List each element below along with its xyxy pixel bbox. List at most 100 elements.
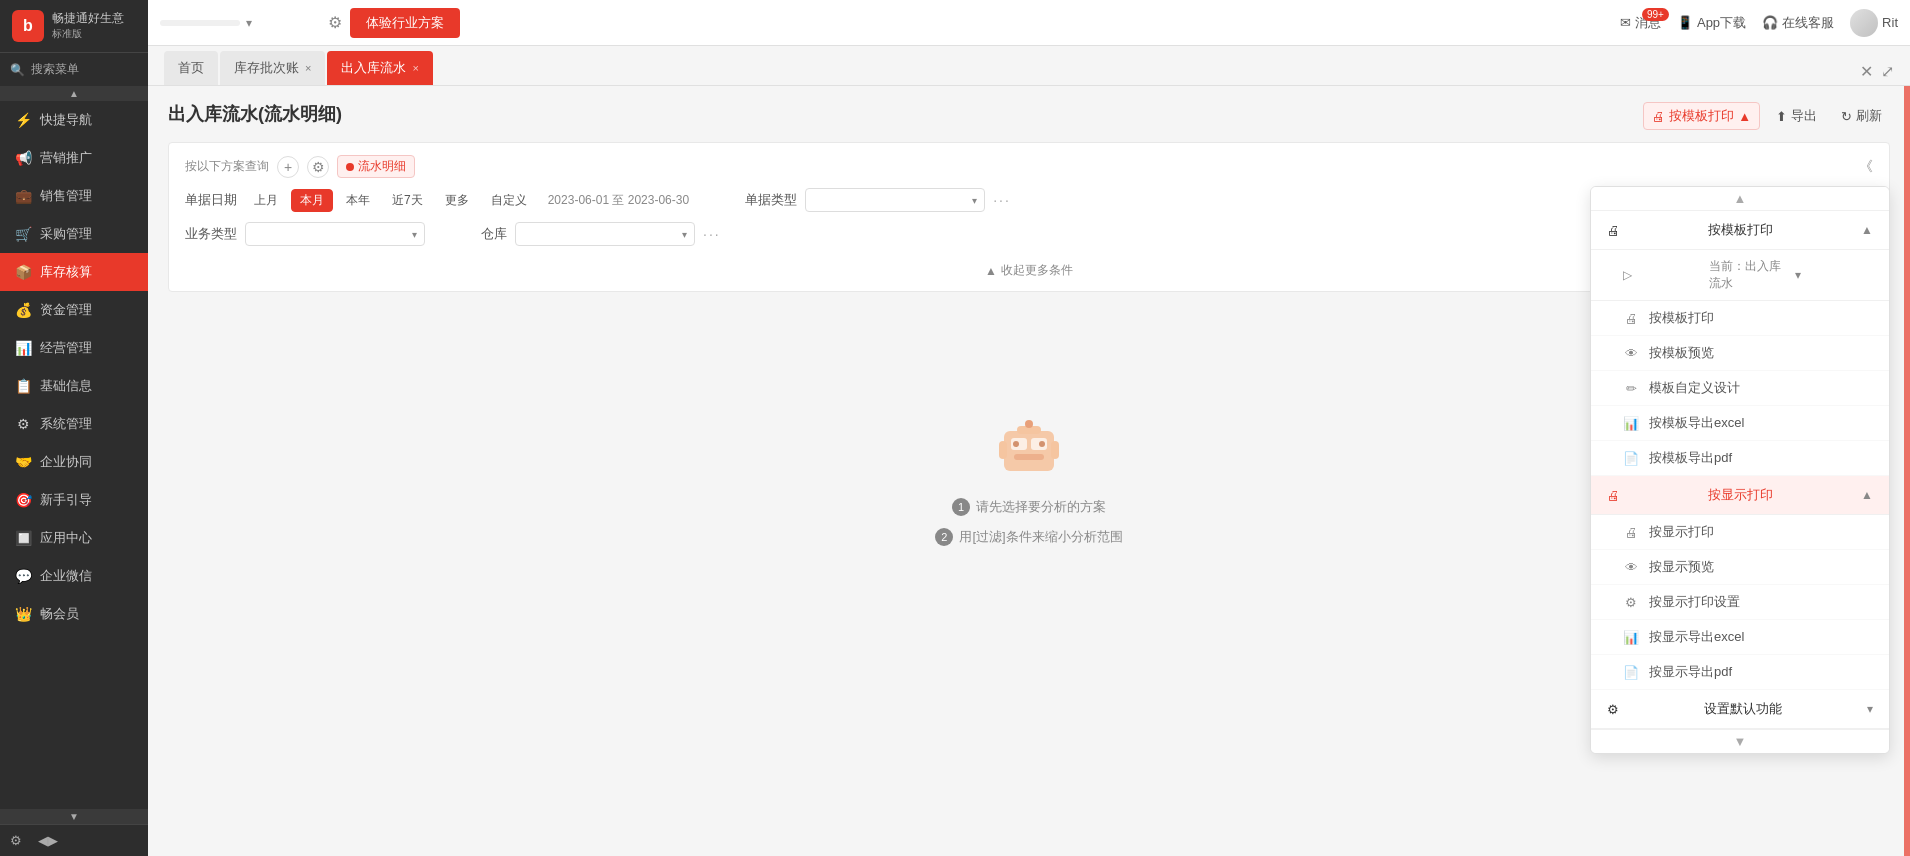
warehouse-label: 仓库 bbox=[481, 225, 507, 243]
nav-icon-app-center: 🔲 bbox=[14, 530, 32, 546]
close-tab-btn[interactable]: ✕ bbox=[1860, 62, 1873, 81]
sidebar-scroll-up[interactable]: ▲ bbox=[0, 86, 148, 101]
sidebar-item-enterprise[interactable]: 🤝 企业协同 bbox=[0, 443, 148, 481]
header-gear-icon[interactable]: ⚙ bbox=[328, 13, 342, 32]
business-type-field: 业务类型 bbox=[185, 222, 425, 246]
dropdown-scroll-down[interactable]: ▼ bbox=[1591, 729, 1889, 753]
doc-type-more-btn[interactable]: ··· bbox=[993, 192, 1011, 208]
sidebar-settings-icon[interactable]: ⚙ bbox=[10, 833, 22, 848]
display-print-settings-label: 按显示打印设置 bbox=[1649, 593, 1740, 611]
svg-point-7 bbox=[1025, 420, 1033, 428]
expand-btn[interactable]: ⤢ bbox=[1881, 62, 1894, 81]
nav-label-enterprise: 企业协同 bbox=[40, 453, 92, 471]
printer-icon: 🖨 bbox=[1607, 223, 1620, 238]
filter-add-btn[interactable]: + bbox=[277, 156, 299, 178]
display-print-icon: 🖨 bbox=[1607, 488, 1620, 503]
sidebar-item-sales[interactable]: 💼 销售管理 bbox=[0, 177, 148, 215]
export-btn[interactable]: ⬆ 导出 bbox=[1768, 103, 1825, 129]
app-download-btn[interactable]: 📱 App下载 bbox=[1677, 14, 1746, 32]
sidebar-scroll-down[interactable]: ▼ bbox=[0, 809, 148, 824]
date-pill-本月[interactable]: 本月 bbox=[291, 189, 333, 212]
template-preview-item[interactable]: 👁 按模板预览 bbox=[1591, 336, 1889, 371]
display-print-section[interactable]: 🖨 按显示打印 ▲ bbox=[1591, 476, 1889, 515]
refresh-btn[interactable]: ↻ 刷新 bbox=[1833, 103, 1890, 129]
nav-icon-guide: 🎯 bbox=[14, 492, 32, 508]
display-preview-item[interactable]: 👁 按显示预览 bbox=[1591, 550, 1889, 585]
tab-出入库流水[interactable]: 出入库流水× bbox=[327, 51, 432, 85]
sidebar-item-guide[interactable]: 🎯 新手引导 bbox=[0, 481, 148, 519]
svg-rect-4 bbox=[999, 441, 1007, 459]
sidebar-item-operation[interactable]: 📊 经营管理 bbox=[0, 329, 148, 367]
warehouse-select[interactable] bbox=[515, 222, 695, 246]
sidebar-item-basic[interactable]: 📋 基础信息 bbox=[0, 367, 148, 405]
svg-rect-0 bbox=[1004, 431, 1054, 471]
filter-collapse-right-btn[interactable]: 《 bbox=[1859, 158, 1873, 176]
date-pill-本年[interactable]: 本年 bbox=[337, 189, 379, 212]
dropdown-panel: ▲ 🖨 按模板打印 ▲ ▷ 当前：出入库流水 ▾ 🖨 按模板打印 👁 按模板预览 bbox=[1590, 186, 1890, 754]
sidebar-item-system[interactable]: ⚙ 系统管理 bbox=[0, 405, 148, 443]
user-dropdown-btn[interactable]: ▾ bbox=[246, 16, 252, 30]
sidebar-item-enterprise-wechat[interactable]: 💬 企业微信 bbox=[0, 557, 148, 595]
refresh-label: 刷新 bbox=[1856, 107, 1882, 125]
filter-tag-dot bbox=[346, 163, 354, 171]
template-print-item[interactable]: 🖨 按模板打印 bbox=[1591, 301, 1889, 336]
date-pill-自定义[interactable]: 自定义 bbox=[482, 189, 536, 212]
sidebar-item-purchase[interactable]: 🛒 采购管理 bbox=[0, 215, 148, 253]
set-default-section[interactable]: ⚙ 设置默认功能 ▾ bbox=[1591, 690, 1889, 729]
sidebar-item-marketing[interactable]: 📢 营销推广 bbox=[0, 139, 148, 177]
sidebar-item-members[interactable]: 👑 畅会员 bbox=[0, 595, 148, 633]
sidebar-item-finance[interactable]: 💰 资金管理 bbox=[0, 291, 148, 329]
online-service-btn[interactable]: 🎧 在线客服 bbox=[1762, 14, 1834, 32]
tab-首页[interactable]: 首页 bbox=[164, 51, 218, 85]
refresh-icon: ↻ bbox=[1841, 109, 1852, 124]
date-pill-上月[interactable]: 上月 bbox=[245, 189, 287, 212]
nav-label-quick-nav: 快捷导航 bbox=[40, 111, 92, 129]
business-type-select[interactable] bbox=[245, 222, 425, 246]
preview-icon: 👁 bbox=[1623, 345, 1639, 361]
filter-label: 按以下方案查询 bbox=[185, 158, 269, 175]
doc-type-select[interactable] bbox=[805, 188, 985, 212]
date-pill-近7天[interactable]: 近7天 bbox=[383, 189, 432, 212]
user-name[interactable] bbox=[160, 20, 240, 26]
sidebar-collapse-icon[interactable]: ◀▶ bbox=[38, 833, 58, 848]
message-icon: ✉ bbox=[1620, 15, 1631, 30]
nav-label-marketing: 营销推广 bbox=[40, 149, 92, 167]
nav-icon-enterprise-wechat: 💬 bbox=[14, 568, 32, 584]
search-menu[interactable]: 🔍 搜索菜单 bbox=[0, 53, 148, 86]
svg-point-8 bbox=[1013, 441, 1019, 447]
warehouse-more-btn[interactable]: ··· bbox=[703, 226, 721, 242]
message-btn[interactable]: ✉ 消息 99+ bbox=[1620, 14, 1661, 32]
sidebar-item-inventory[interactable]: 📦 库存核算 bbox=[0, 253, 148, 291]
display-print-item[interactable]: 🖨 按显示打印 bbox=[1591, 515, 1889, 550]
avatar[interactable]: Rit bbox=[1850, 9, 1898, 37]
date-pill-更多[interactable]: 更多 bbox=[436, 189, 478, 212]
template-custom-item[interactable]: ✏ 模板自定义设计 bbox=[1591, 371, 1889, 406]
template-print-btn[interactable]: 🖨 按模板打印 ▲ bbox=[1643, 102, 1760, 130]
nav-icon-sales: 💼 bbox=[14, 188, 32, 204]
filter-tag[interactable]: 流水明细 bbox=[337, 155, 415, 178]
template-export-excel-item[interactable]: 📊 按模板导出excel bbox=[1591, 406, 1889, 441]
display-export-excel-item[interactable]: 📊 按显示导出excel bbox=[1591, 620, 1889, 655]
sidebar-item-app-center[interactable]: 🔲 应用中心 bbox=[0, 519, 148, 557]
display-print-settings-item[interactable]: ⚙ 按显示打印设置 bbox=[1591, 585, 1889, 620]
dropdown-scroll-up[interactable]: ▲ bbox=[1591, 187, 1889, 211]
avatar-image bbox=[1850, 9, 1878, 37]
nav-icon-inventory: 📦 bbox=[14, 264, 32, 280]
nav-label-basic: 基础信息 bbox=[40, 377, 92, 395]
template-export-pdf-item[interactable]: 📄 按模板导出pdf bbox=[1591, 441, 1889, 476]
tab-close-btn[interactable]: × bbox=[412, 63, 418, 74]
tab-label: 库存批次账 bbox=[234, 59, 299, 77]
display-export-pdf-item[interactable]: 📄 按显示导出pdf bbox=[1591, 655, 1889, 690]
sidebar-item-quick-nav[interactable]: ⚡ 快捷导航 bbox=[0, 101, 148, 139]
warehouse-field: 仓库 ··· bbox=[481, 222, 721, 246]
trial-btn[interactable]: 体验行业方案 bbox=[350, 8, 460, 38]
template-print-section[interactable]: 🖨 按模板打印 ▲ bbox=[1591, 211, 1889, 250]
filter-tag-label: 流水明细 bbox=[358, 158, 406, 175]
nav-label-system: 系统管理 bbox=[40, 415, 92, 433]
tab-库存批次账[interactable]: 库存批次账 × bbox=[220, 51, 325, 85]
filter-setting-btn[interactable]: ⚙ bbox=[307, 156, 329, 178]
resize-handle[interactable] bbox=[1904, 86, 1910, 856]
pdf-icon: 📄 bbox=[1623, 450, 1639, 466]
warehouse-select-wrapper bbox=[515, 222, 695, 246]
tab-close-btn[interactable]: × bbox=[305, 63, 311, 74]
